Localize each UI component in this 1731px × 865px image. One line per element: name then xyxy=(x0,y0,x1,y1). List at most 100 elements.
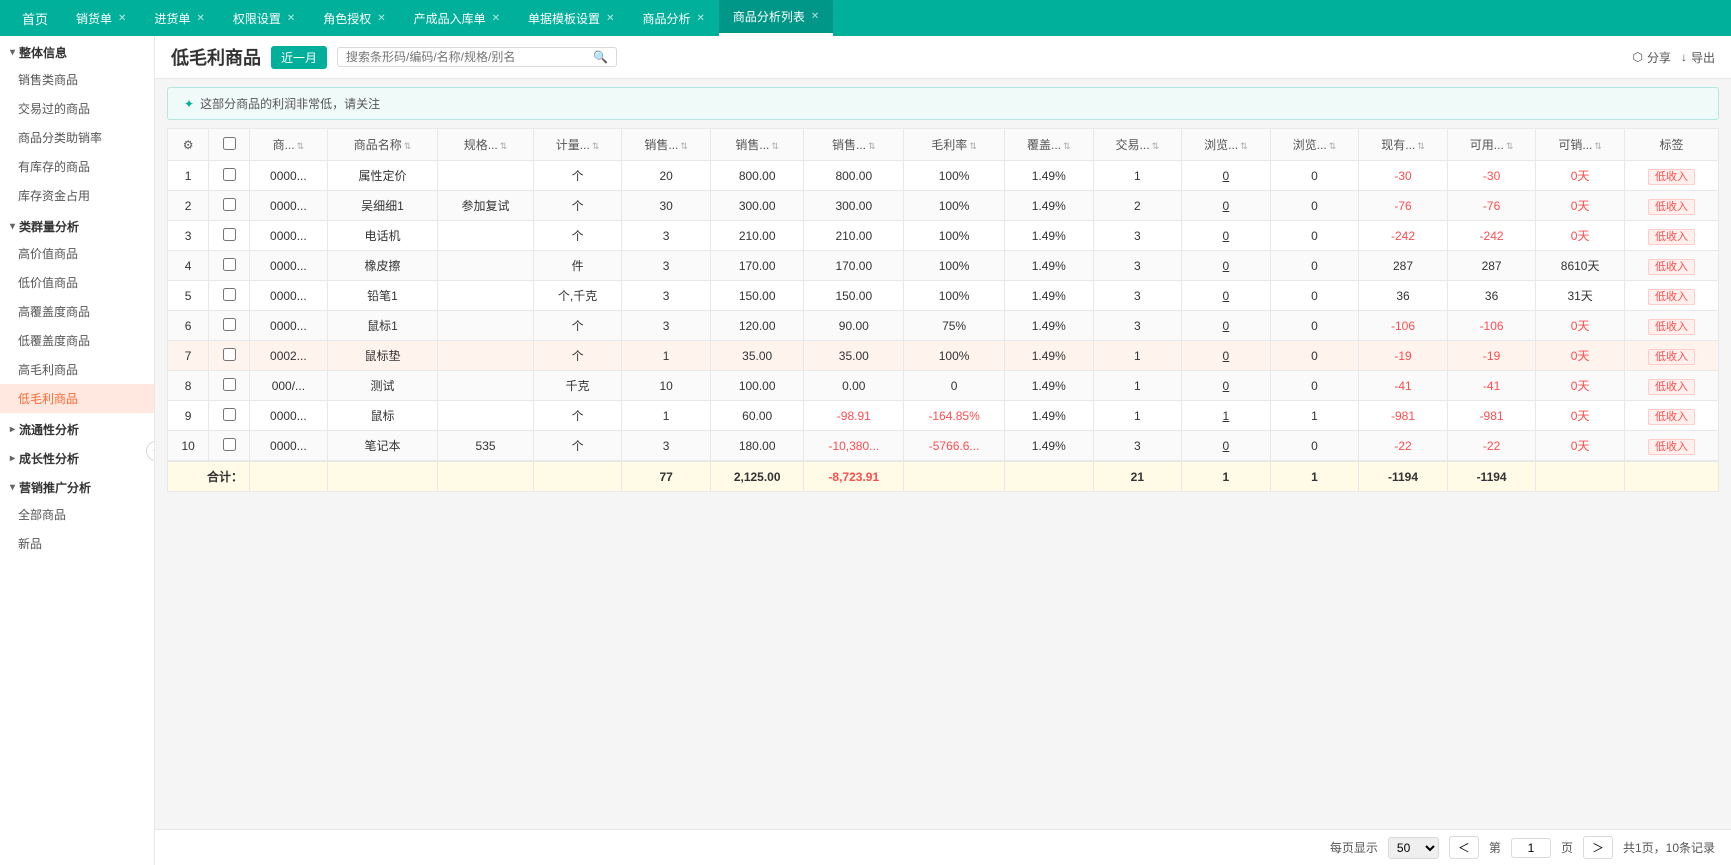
row-checkbox[interactable] xyxy=(209,371,250,401)
row-checkbox[interactable] xyxy=(209,221,250,251)
share-button[interactable]: ⬡ 分享 xyxy=(1632,49,1671,66)
col-views2[interactable]: 浏览...⇅ xyxy=(1270,129,1359,161)
nav-purchase-order[interactable]: 进货单 ✕ xyxy=(140,0,218,36)
close-icon[interactable]: ✕ xyxy=(492,13,500,24)
row-name: 鼠标 xyxy=(327,401,437,431)
sidebar-item-sales-products[interactable]: 销售类商品 xyxy=(0,65,154,94)
nav-template-settings[interactable]: 单据模板设置 ✕ xyxy=(514,0,628,36)
sidebar-item-stock-products[interactable]: 有库存的商品 xyxy=(0,152,154,181)
col-saleable-days[interactable]: 可销...⇅ xyxy=(1536,129,1625,161)
row-select-checkbox[interactable] xyxy=(223,228,236,241)
nav-home[interactable]: 首页 xyxy=(8,0,62,36)
sidebar-item-low-margin[interactable]: 低毛利商品 xyxy=(0,384,154,413)
row-unit: 个 xyxy=(533,221,622,251)
col-sales-amount[interactable]: 销售...⇅ xyxy=(710,129,804,161)
col-unit[interactable]: 计量...⇅ xyxy=(533,129,622,161)
col-trade-count[interactable]: 交易...⇅ xyxy=(1093,129,1182,161)
select-all-checkbox[interactable] xyxy=(223,137,236,150)
sidebar-item-high-margin[interactable]: 高毛利商品 xyxy=(0,355,154,384)
row-checkbox[interactable] xyxy=(209,401,250,431)
row-checkbox[interactable] xyxy=(209,251,250,281)
row-select-checkbox[interactable] xyxy=(223,168,236,181)
notice-banner: ✦ 这部分商品的利润非常低，请关注 xyxy=(167,87,1719,120)
row-checkbox[interactable] xyxy=(209,281,250,311)
sidebar-group-growth[interactable]: ▸ 成长性分析 xyxy=(0,442,154,471)
row-select-checkbox[interactable] xyxy=(223,408,236,421)
nav-product-analysis[interactable]: 商品分析 ✕ xyxy=(628,0,718,36)
row-views1[interactable]: 0 xyxy=(1182,311,1271,341)
sidebar-group-cluster[interactable]: ▾ 类群量分析 xyxy=(0,210,154,239)
row-views1[interactable]: 0 xyxy=(1182,371,1271,401)
row-views1[interactable]: 0 xyxy=(1182,221,1271,251)
search-icon[interactable]: 🔍 xyxy=(593,50,608,64)
close-icon[interactable]: ✕ xyxy=(287,13,295,24)
col-available-stock[interactable]: 可用...⇅ xyxy=(1447,129,1536,161)
row-views1[interactable]: 0 xyxy=(1182,191,1271,221)
col-settings[interactable]: ⚙ xyxy=(168,129,209,161)
nav-product-analysis-list[interactable]: 商品分析列表 ✕ xyxy=(719,0,833,36)
col-checkbox[interactable] xyxy=(209,129,250,161)
nav-product-inbound[interactable]: 产成品入库单 ✕ xyxy=(400,0,514,36)
row-select-checkbox[interactable] xyxy=(223,198,236,211)
close-icon[interactable]: ✕ xyxy=(377,13,385,24)
row-views1[interactable]: 0 xyxy=(1182,341,1271,371)
row-select-checkbox[interactable] xyxy=(223,288,236,301)
row-select-checkbox[interactable] xyxy=(223,378,236,391)
row-views1[interactable]: 1 xyxy=(1182,401,1271,431)
row-views1[interactable]: 0 xyxy=(1182,281,1271,311)
page-number-input[interactable] xyxy=(1511,838,1551,858)
row-unit: 千克 xyxy=(533,371,622,401)
nav-permission-settings[interactable]: 权限设置 ✕ xyxy=(219,0,309,36)
prev-page-btn[interactable]: ＜ xyxy=(1449,836,1479,859)
sidebar-item-high-coverage[interactable]: 高覆盖度商品 xyxy=(0,297,154,326)
page-label: 第 xyxy=(1489,839,1501,856)
nav-sales-order[interactable]: 销货单 ✕ xyxy=(62,0,140,36)
next-page-btn[interactable]: ＞ xyxy=(1583,836,1613,859)
row-checkbox[interactable] xyxy=(209,341,250,371)
period-button[interactable]: 近一月 xyxy=(271,46,327,69)
row-select-checkbox[interactable] xyxy=(223,348,236,361)
col-code[interactable]: 商...⇅ xyxy=(249,129,327,161)
row-views1[interactable]: 0 xyxy=(1182,431,1271,462)
row-select-checkbox[interactable] xyxy=(223,438,236,451)
row-views1[interactable]: 0 xyxy=(1182,251,1271,281)
row-name: 鼠标1 xyxy=(327,311,437,341)
row-checkbox[interactable] xyxy=(209,431,250,462)
row-checkbox[interactable] xyxy=(209,161,250,191)
row-checkbox[interactable] xyxy=(209,311,250,341)
close-icon[interactable]: ✕ xyxy=(606,13,614,24)
sidebar-item-low-coverage[interactable]: 低覆盖度商品 xyxy=(0,326,154,355)
close-icon[interactable]: ✕ xyxy=(196,13,204,24)
sidebar-group-marketing[interactable]: ▾ 营销推广分析 xyxy=(0,471,154,500)
row-views1[interactable]: 0 xyxy=(1182,161,1271,191)
row-sales-profit: 800.00 xyxy=(804,161,904,191)
row-select-checkbox[interactable] xyxy=(223,258,236,271)
close-icon[interactable]: ✕ xyxy=(118,13,126,24)
col-tag[interactable]: 标签 xyxy=(1624,129,1718,161)
sidebar-group-overall[interactable]: ▾ 整体信息 xyxy=(0,36,154,65)
sidebar-item-high-value[interactable]: 高价值商品 xyxy=(0,239,154,268)
export-button[interactable]: ↓ 导出 xyxy=(1681,49,1715,66)
col-spec[interactable]: 规格...⇅ xyxy=(438,129,534,161)
search-input[interactable] xyxy=(346,50,589,64)
nav-role-auth[interactable]: 角色授权 ✕ xyxy=(309,0,399,36)
sidebar-item-new-products[interactable]: 新品 xyxy=(0,529,154,558)
sidebar-item-stock-capital[interactable]: 库存资金占用 xyxy=(0,181,154,210)
col-name[interactable]: 商品名称⇅ xyxy=(327,129,437,161)
close-icon[interactable]: ✕ xyxy=(811,11,819,22)
col-sales-profit[interactable]: 销售...⇅ xyxy=(804,129,904,161)
col-current-stock[interactable]: 现有...⇅ xyxy=(1359,129,1448,161)
sidebar-item-low-value[interactable]: 低价值商品 xyxy=(0,268,154,297)
col-views1[interactable]: 浏览...⇅ xyxy=(1182,129,1271,161)
sidebar-item-traded-products[interactable]: 交易过的商品 xyxy=(0,94,154,123)
col-sales-qty[interactable]: 销售...⇅ xyxy=(622,129,711,161)
sidebar-item-category-sales-rate[interactable]: 商品分类助销率 xyxy=(0,123,154,152)
sidebar-item-all-products[interactable]: 全部商品 xyxy=(0,500,154,529)
col-coverage[interactable]: 覆盖...⇅ xyxy=(1004,129,1093,161)
col-gross-margin[interactable]: 毛利率⇅ xyxy=(904,129,1005,161)
row-select-checkbox[interactable] xyxy=(223,318,236,331)
sidebar-group-circulation[interactable]: ▸ 流通性分析 xyxy=(0,413,154,442)
row-checkbox[interactable] xyxy=(209,191,250,221)
close-icon[interactable]: ✕ xyxy=(696,13,704,24)
page-size-select[interactable]: 50 100 200 xyxy=(1388,837,1439,859)
